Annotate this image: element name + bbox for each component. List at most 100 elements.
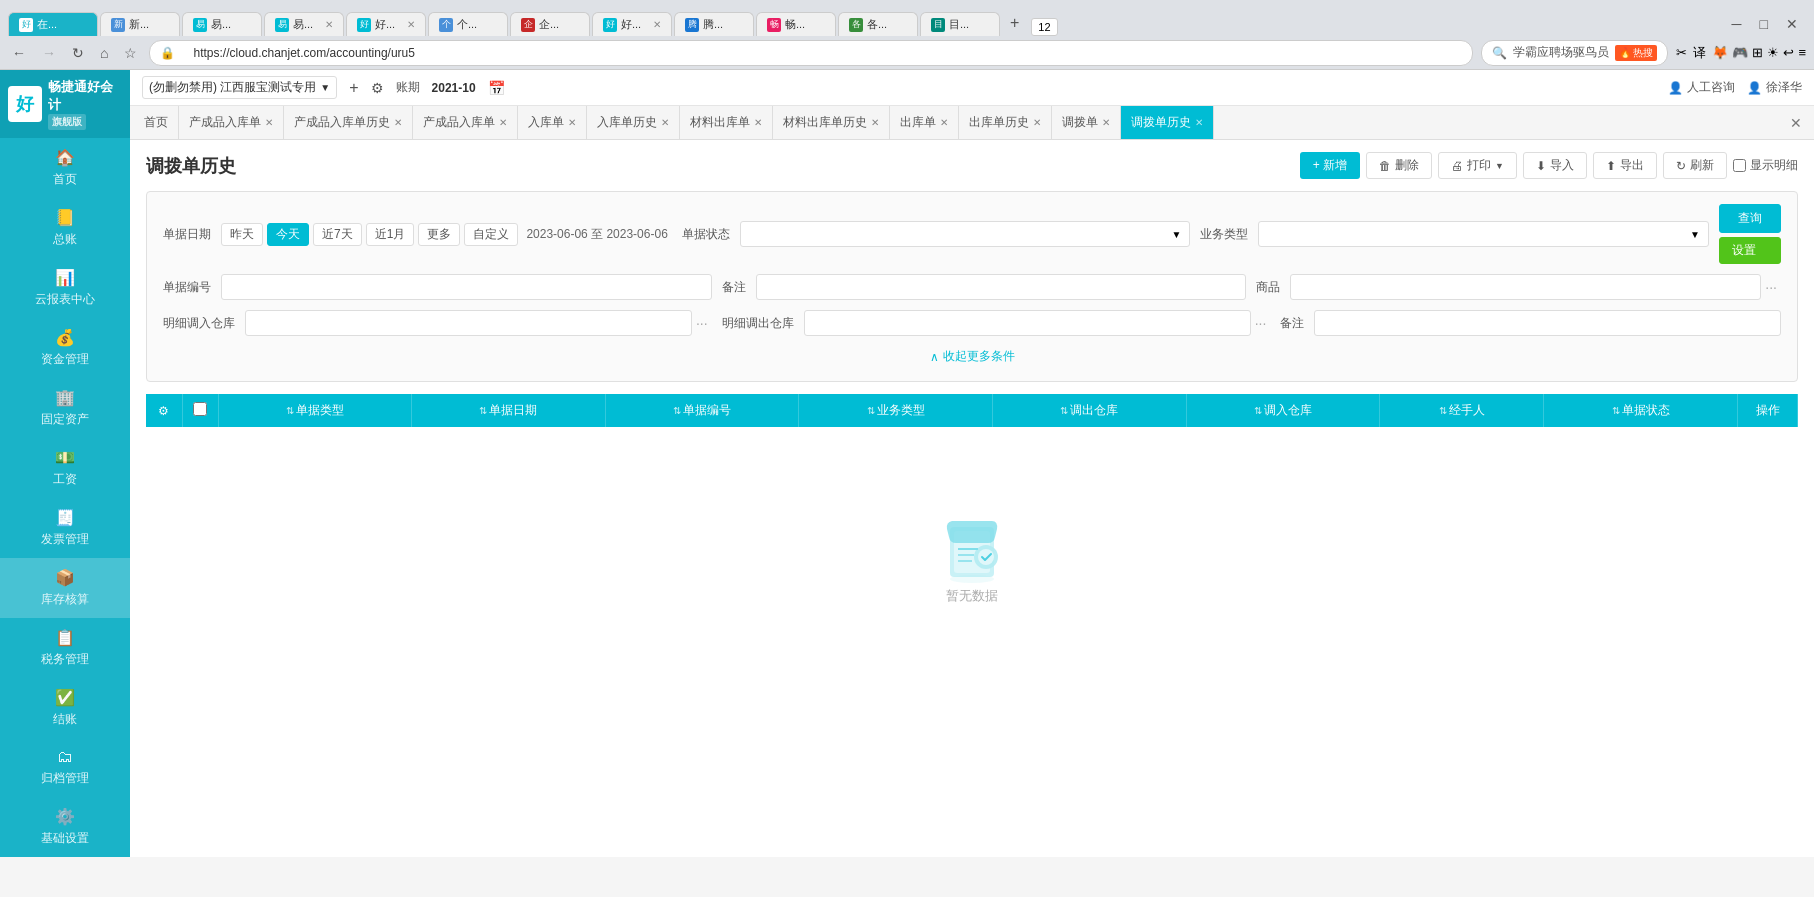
new-tab-button[interactable]: + [1002,10,1027,36]
7days-btn[interactable]: 近7天 [313,223,362,246]
tab-cailiao-chuku-history-close[interactable]: ✕ [871,117,879,128]
sidebar-item-tax[interactable]: 📋 税务管理 [0,618,130,678]
th-doc-date[interactable]: ⇅ 单据日期 [412,394,606,427]
tab-cailiao-chuku-history[interactable]: 材料出库单历史 ✕ [773,106,890,139]
detail-in-warehouse-selector[interactable]: ··· [245,310,712,336]
detail-in-dots[interactable]: ··· [692,315,712,331]
tab-diaobodao[interactable]: 调拨单 ✕ [1052,106,1121,139]
goods-dots[interactable]: ··· [1761,279,1781,295]
more-btn[interactable]: 更多 [418,223,460,246]
menu-icon[interactable]: ≡ [1798,45,1806,60]
browser-tab-1[interactable]: 新 新... [100,12,180,36]
reload-button[interactable]: ↻ [68,43,88,63]
bookmark-button[interactable]: ☆ [120,43,141,63]
sidebar-item-capital[interactable]: 💰 资金管理 [0,318,130,378]
tab-chuku-history-close[interactable]: ✕ [1033,117,1041,128]
th-doc-type[interactable]: ⇅ 单据类型 [218,394,412,427]
tab-close-3[interactable]: ✕ [325,19,333,30]
detail-out-warehouse-selector[interactable]: ··· [804,310,1271,336]
sidebar-item-inventory[interactable]: 📦 库存核算 [0,558,130,618]
1month-btn[interactable]: 近1月 [366,223,415,246]
tab-chuku-close[interactable]: ✕ [940,117,948,128]
tab-close-4[interactable]: ✕ [407,19,415,30]
tab-diaobodao-history[interactable]: 调拨单历史 ✕ [1121,106,1214,139]
browser-tab-11[interactable]: 目 目... [920,12,1000,36]
print-button[interactable]: 🖨 打印 ▼ [1438,152,1517,179]
delete-button[interactable]: 🗑 删除 [1366,152,1432,179]
th-handler[interactable]: ⇅ 经手人 [1380,394,1544,427]
tab-diaobodao-close[interactable]: ✕ [1102,117,1110,128]
refresh-button[interactable]: ↻ 刷新 [1663,152,1727,179]
browser-tab-8[interactable]: 腾 腾... [674,12,754,36]
browser-tab-7[interactable]: 好 好... ✕ [592,12,672,36]
maximize-button[interactable]: □ [1752,12,1776,36]
tab-ruku[interactable]: 入库单 ✕ [518,106,587,139]
tab-chanpin-ruku-close[interactable]: ✕ [265,117,273,128]
th-doc-number[interactable]: ⇅ 单据编号 [605,394,799,427]
th-doc-status[interactable]: ⇅ 单据状态 [1544,394,1738,427]
browser-tab-5[interactable]: 个 个... [428,12,508,36]
show-detail-checkbox[interactable] [1733,159,1746,172]
browser-tab-6[interactable]: 企 企... [510,12,590,36]
sidebar-item-archive[interactable]: 🗂 归档管理 [0,738,130,797]
home-button[interactable]: ⌂ [96,43,112,63]
sidebar-item-closing[interactable]: ✅ 结账 [0,678,130,738]
minimize-button[interactable]: ─ [1724,12,1750,36]
th-business-type[interactable]: ⇅ 业务类型 [799,394,993,427]
tab-chanpin-ruku-history-close[interactable]: ✕ [394,117,402,128]
th-out-warehouse[interactable]: ⇅ 调出仓库 [992,394,1186,427]
sidebar-item-salary[interactable]: 💵 工资 [0,438,130,498]
business-type-select[interactable]: ▼ [1258,221,1709,247]
goods-selector[interactable]: ··· [1290,274,1781,300]
select-all-checkbox[interactable] [193,402,207,416]
today-btn[interactable]: 今天 [267,223,309,246]
tab-diaobodao-history-close[interactable]: ✕ [1195,117,1203,128]
tab-chuku-history[interactable]: 出库单历史 ✕ [959,106,1052,139]
custom-btn[interactable]: 自定义 [464,223,518,246]
browser-tab-0[interactable]: 好 在... [8,12,98,36]
sidebar-item-ledger[interactable]: 📒 总账 [0,198,130,258]
company-selector[interactable]: (勿删勿禁用) 江西服宝测试专用 ▼ [142,76,337,99]
address-input[interactable] [181,41,1461,65]
back-button[interactable]: ← [8,43,30,63]
browser-tab-9[interactable]: 畅 畅... [756,12,836,36]
close-window-button[interactable]: ✕ [1778,12,1806,36]
tab-cailiao-chuku[interactable]: 材料出库单 ✕ [680,106,773,139]
sidebar-item-invoice[interactable]: 🧾 发票管理 [0,498,130,558]
browser-tab-3[interactable]: 易 易... ✕ [264,12,344,36]
consultant-button[interactable]: 👤 人工咨询 [1668,79,1735,96]
status-select[interactable]: ▼ [740,221,1191,247]
tab-ruku-close[interactable]: ✕ [568,117,576,128]
backup-input[interactable] [1314,310,1781,336]
yesterday-btn[interactable]: 昨天 [221,223,263,246]
sidebar-item-home[interactable]: 🏠 首页 [0,138,130,198]
browser-tab-2[interactable]: 易 易... [182,12,262,36]
remark-input[interactable] [756,274,1247,300]
forward-button[interactable]: → [38,43,60,63]
tab-chanpin-ruku-history[interactable]: 产成品入库单历史 ✕ [284,106,413,139]
doc-number-input[interactable] [221,274,712,300]
detail-out-dots[interactable]: ··· [1251,315,1271,331]
tab-home[interactable]: 首页 [134,106,179,139]
sidebar-item-settings[interactable]: ⚙️ 基础设置 [0,797,130,857]
th-gear[interactable]: ⚙ [146,394,182,427]
th-checkbox[interactable] [182,394,218,427]
sidebar-item-report[interactable]: 📊 云报表中心 [0,258,130,318]
settings-gear-button[interactable]: ⚙ [371,80,384,96]
filter-settings-button[interactable]: 设置 [1719,237,1781,264]
table-gear-icon[interactable]: ⚙ [158,404,169,418]
tab-ruku-history[interactable]: 入库单历史 ✕ [587,106,680,139]
browser-tab-10[interactable]: 各 各... [838,12,918,36]
collapse-filter-button[interactable]: ∧ 收起更多条件 [163,344,1781,369]
user-avatar[interactable]: 👤 徐泽华 [1747,79,1802,96]
close-all-tabs[interactable]: ✕ [1782,115,1810,131]
tab-chanpin-ruku-2-close[interactable]: ✕ [499,117,507,128]
calendar-icon[interactable]: 📅 [488,80,505,96]
add-company-button[interactable]: + [349,79,358,97]
tab-chanpin-ruku-2[interactable]: 产成品入库单 ✕ [413,106,518,139]
browser-tab-4[interactable]: 好 好... ✕ [346,12,426,36]
query-button[interactable]: 查询 [1719,204,1781,233]
tab-ruku-history-close[interactable]: ✕ [661,117,669,128]
new-button[interactable]: + 新增 [1300,152,1360,179]
tab-chanpin-ruku[interactable]: 产成品入库单 ✕ [179,106,284,139]
